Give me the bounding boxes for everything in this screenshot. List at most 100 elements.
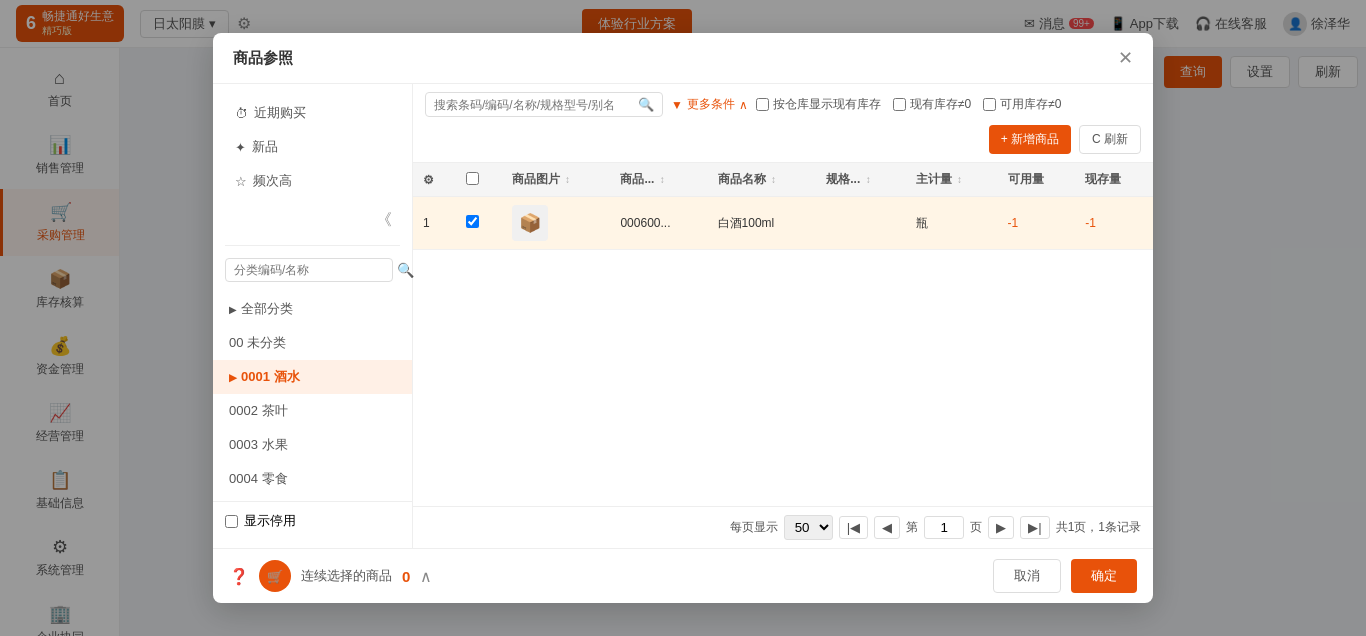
cat-all[interactable]: ▶ 全部分类 bbox=[213, 292, 412, 326]
category-search-input[interactable] bbox=[225, 258, 393, 282]
search-box: 🔍 bbox=[425, 92, 663, 117]
cart-symbol: 🛒 bbox=[267, 569, 283, 584]
last-page-btn[interactable]: ▶| bbox=[1020, 516, 1049, 539]
row-spec bbox=[816, 197, 905, 250]
product-reference-dialog: 商品参照 ✕ ⏱ 近期购买 ✦ 新品 ☆ 频次高 bbox=[213, 33, 1153, 603]
chevron-up-icon: ∧ bbox=[739, 98, 748, 112]
sort-code-icon: ↕ bbox=[660, 174, 665, 185]
tab-new-items[interactable]: ✦ 新品 bbox=[225, 130, 400, 164]
dialog-close-button[interactable]: ✕ bbox=[1118, 47, 1133, 69]
cart-icon[interactable]: 🛒 bbox=[259, 560, 291, 592]
check-current-stock[interactable]: 现有库存≠0 bbox=[893, 96, 971, 113]
divider bbox=[225, 245, 400, 246]
row-img-cell: 📦 bbox=[502, 197, 611, 250]
tab-frequent[interactable]: ☆ 频次高 bbox=[225, 164, 400, 198]
select-all-checkbox[interactable] bbox=[466, 172, 479, 185]
cat-0002[interactable]: 0002 茶叶 bbox=[213, 394, 412, 428]
col-checkbox[interactable] bbox=[456, 163, 502, 197]
show-disabled-checkbox[interactable] bbox=[225, 515, 238, 528]
settings-icon: ⚙ bbox=[423, 173, 434, 187]
new-icon: ✦ bbox=[235, 140, 246, 155]
category-search-icon[interactable]: 🔍 bbox=[397, 262, 414, 278]
refresh-btn[interactable]: C 刷新 bbox=[1079, 125, 1141, 154]
cat-0004[interactable]: 0004 零食 bbox=[213, 462, 412, 496]
col-settings[interactable]: ⚙ bbox=[413, 163, 456, 197]
page-suffix: 页 bbox=[970, 519, 982, 536]
row-unit: 瓶 bbox=[906, 197, 998, 250]
col-stock-header[interactable]: 现存量 bbox=[1075, 163, 1153, 197]
tab-recent-label: 近期购买 bbox=[254, 104, 306, 122]
toolbar-right-btns: + 新增商品 C 刷新 bbox=[989, 125, 1141, 154]
next-page-btn[interactable]: ▶ bbox=[988, 516, 1014, 539]
row-index: 1 bbox=[413, 197, 456, 250]
collapse-up-icon[interactable]: ∧ bbox=[420, 567, 432, 586]
row-available: -1 bbox=[998, 197, 1076, 250]
arrow-right-icon: ▶ bbox=[229, 304, 237, 315]
confirm-btn[interactable]: 确定 bbox=[1071, 559, 1137, 593]
sort-unit-icon: ↕ bbox=[957, 174, 962, 185]
check-warehouse-input[interactable] bbox=[756, 98, 769, 111]
product-table: ⚙ 商品图片 ↕ 商品... ↕ bbox=[413, 163, 1153, 250]
cat-0003[interactable]: 0003 水果 bbox=[213, 428, 412, 462]
sort-spec-icon: ↕ bbox=[866, 174, 871, 185]
search-icon[interactable]: 🔍 bbox=[638, 97, 654, 112]
per-page-select[interactable]: 50 bbox=[784, 515, 833, 540]
dialog-header: 商品参照 ✕ bbox=[213, 33, 1153, 84]
col-available-header[interactable]: 可用量 bbox=[998, 163, 1076, 197]
more-filter-btn[interactable]: ▼ 更多条件 ∧ bbox=[671, 96, 748, 113]
table-row[interactable]: 1 📦 000600... 白酒100ml 瓶 -1 -1 bbox=[413, 197, 1153, 250]
dialog-toolbar: 🔍 ▼ 更多条件 ∧ 按仓库显示现有库存 现 bbox=[413, 84, 1153, 163]
sort-img-icon: ↕ bbox=[565, 174, 570, 185]
tab-recent-purchase[interactable]: ⏱ 近期购买 bbox=[225, 96, 400, 130]
check-available-stock-label: 可用库存≠0 bbox=[1000, 96, 1061, 113]
filter-label: 更多条件 bbox=[687, 96, 735, 113]
prev-page-btn[interactable]: ◀ bbox=[874, 516, 900, 539]
cat-00-label: 00 未分类 bbox=[229, 335, 286, 350]
col-name-header[interactable]: 商品名称 ↕ bbox=[708, 163, 817, 197]
row-checkbox-cell[interactable] bbox=[456, 197, 502, 250]
pagination: 每页显示 50 |◀ ◀ 第 页 ▶ ▶| 共1页，1条记录 bbox=[413, 506, 1153, 548]
cat-0003-label: 0003 水果 bbox=[229, 437, 288, 452]
cancel-btn[interactable]: 取消 bbox=[993, 559, 1061, 593]
help-icon[interactable]: ❓ bbox=[229, 567, 249, 586]
check-available-stock-input[interactable] bbox=[983, 98, 996, 111]
row-stock: -1 bbox=[1075, 197, 1153, 250]
cat-0004-label: 0004 零食 bbox=[229, 471, 288, 486]
product-table-wrap: ⚙ 商品图片 ↕ 商品... ↕ bbox=[413, 163, 1153, 506]
add-product-btn[interactable]: + 新增商品 bbox=[989, 125, 1071, 154]
dialog-overlay: 商品参照 ✕ ⏱ 近期购买 ✦ 新品 ☆ 频次高 bbox=[0, 0, 1366, 636]
check-available-stock[interactable]: 可用库存≠0 bbox=[983, 96, 1061, 113]
col-code-header[interactable]: 商品... ↕ bbox=[610, 163, 707, 197]
star-icon: ☆ bbox=[235, 174, 247, 189]
quick-tabs: ⏱ 近期购买 ✦ 新品 ☆ 频次高 bbox=[213, 92, 412, 202]
product-search-input[interactable] bbox=[434, 98, 634, 112]
row-code: 000600... bbox=[610, 197, 707, 250]
collapse-left-btn[interactable]: 《 bbox=[364, 206, 404, 235]
cat-00[interactable]: 00 未分类 bbox=[213, 326, 412, 360]
cat-0002-label: 0002 茶叶 bbox=[229, 403, 288, 418]
footer-right: 取消 确定 bbox=[993, 559, 1137, 593]
row-name: 白酒100ml bbox=[708, 197, 817, 250]
check-current-stock-input[interactable] bbox=[893, 98, 906, 111]
dialog-left-panel: ⏱ 近期购买 ✦ 新品 ☆ 频次高 《 bbox=[213, 84, 413, 548]
first-page-btn[interactable]: |◀ bbox=[839, 516, 868, 539]
toolbar-checks: 按仓库显示现有库存 现有库存≠0 可用库存≠0 bbox=[756, 96, 1062, 113]
row-checkbox[interactable] bbox=[466, 215, 479, 228]
dialog-right-panel: 🔍 ▼ 更多条件 ∧ 按仓库显示现有库存 现 bbox=[413, 84, 1153, 548]
cat-0001-label: 0001 酒水 bbox=[241, 368, 300, 386]
footer-left: ❓ 🛒 连续选择的商品 0 ∧ bbox=[229, 560, 432, 592]
sort-name-icon: ↕ bbox=[771, 174, 776, 185]
total-info: 共1页，1条记录 bbox=[1056, 519, 1141, 536]
product-image: 📦 bbox=[512, 205, 548, 241]
page-input[interactable] bbox=[924, 516, 964, 539]
cat-0001[interactable]: ▶ 0001 酒水 bbox=[213, 360, 412, 394]
selected-label: 连续选择的商品 bbox=[301, 567, 392, 585]
col-spec-header[interactable]: 规格... ↕ bbox=[816, 163, 905, 197]
per-page-label: 每页显示 bbox=[730, 519, 778, 536]
selected-count: 0 bbox=[402, 568, 410, 585]
dialog-body: ⏱ 近期购买 ✦ 新品 ☆ 频次高 《 bbox=[213, 84, 1153, 548]
check-warehouse[interactable]: 按仓库显示现有库存 bbox=[756, 96, 881, 113]
arrow-active-icon: ▶ bbox=[229, 372, 237, 383]
col-unit-header[interactable]: 主计量 ↕ bbox=[906, 163, 998, 197]
filter-icon: ▼ bbox=[671, 98, 683, 112]
